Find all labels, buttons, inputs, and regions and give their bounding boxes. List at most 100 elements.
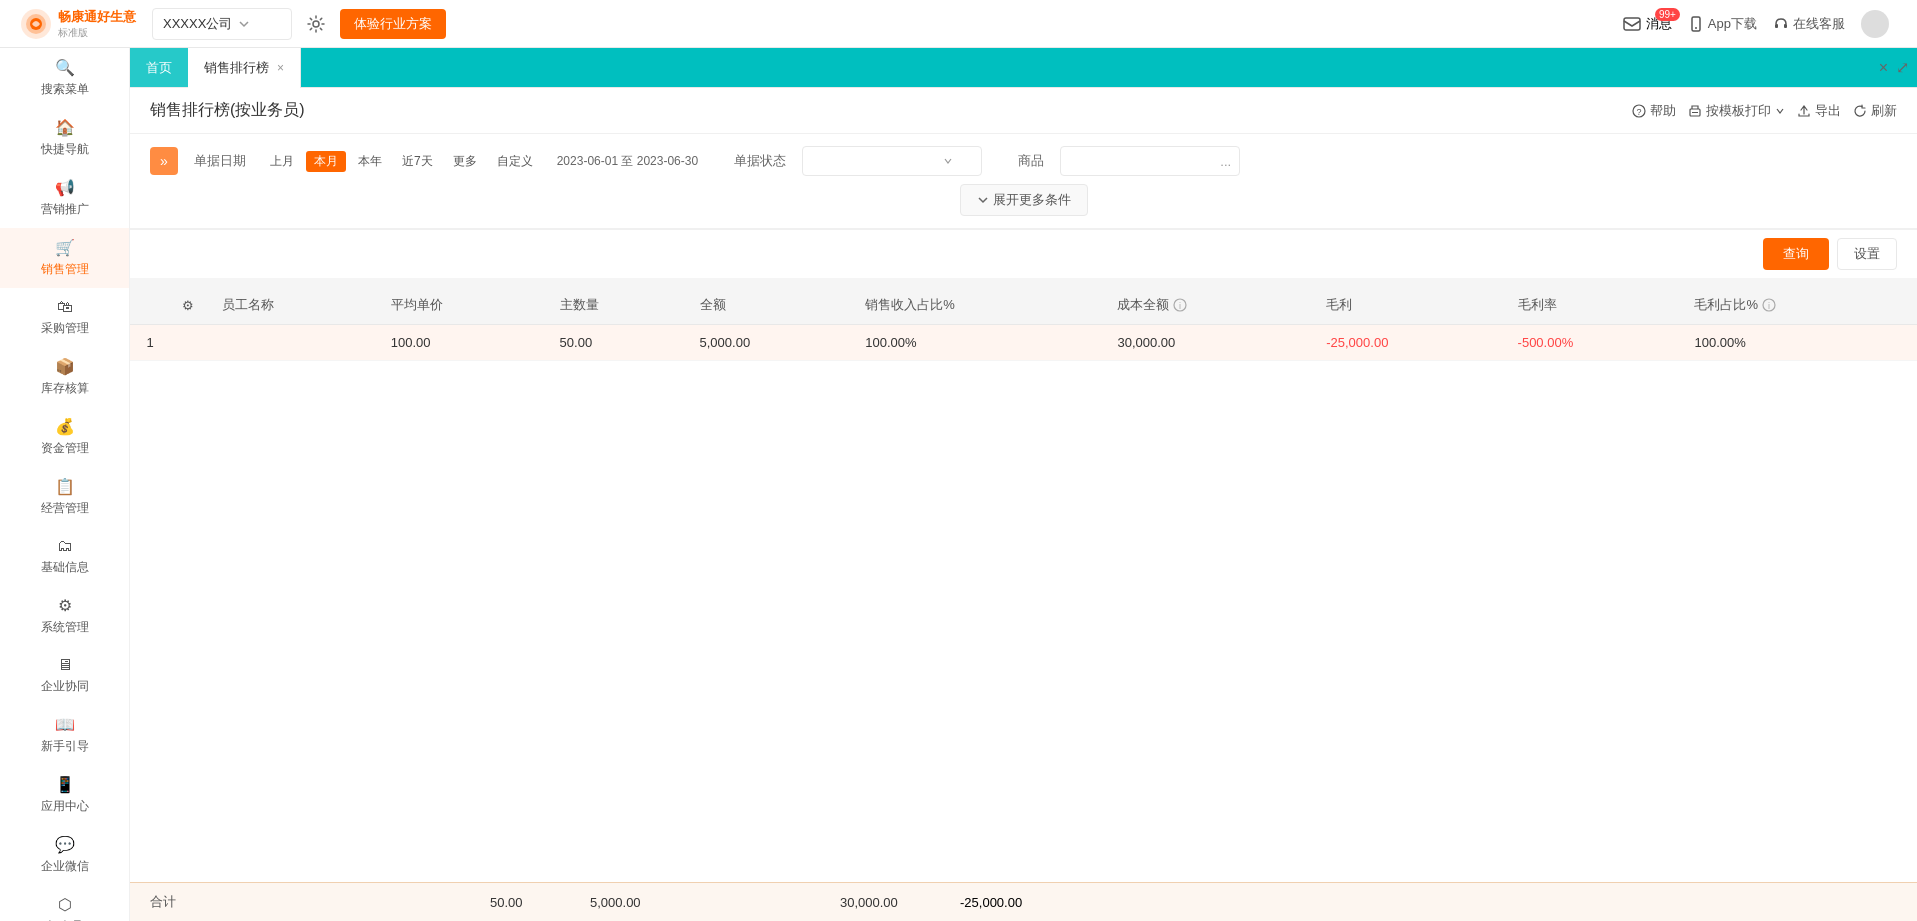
- cost-info-icon[interactable]: i: [1173, 298, 1187, 312]
- basic-info-icon: 🗂: [57, 537, 73, 555]
- app-download-label: App下载: [1708, 15, 1757, 33]
- export-button[interactable]: 导出: [1797, 102, 1841, 120]
- date-tabs: 上月 本月 本年 近7天 更多 自定义: [262, 151, 541, 172]
- sidebar-label-marketing: 营销推广: [41, 201, 89, 218]
- notification-badge: 99+: [1655, 8, 1680, 21]
- sidebar-item-guide[interactable]: 📖 新手引导: [0, 705, 129, 765]
- trial-button[interactable]: 体验行业方案: [340, 9, 446, 39]
- online-service-label: 在线客服: [1793, 15, 1845, 33]
- content-area: 首页 销售排行榜 × × ⤢ 销售排行榜(按业务员): [130, 48, 1917, 921]
- help-icon: ?: [1632, 104, 1646, 118]
- app-container: 畅康通好生意 标准版 XXXXX公司 体验行业方案 消息 99+ App下载: [0, 0, 1917, 921]
- main-content: 销售排行榜(按业务员) ? 帮助 按模板打印: [130, 88, 1917, 921]
- refresh-label: 刷新: [1871, 102, 1897, 120]
- print-button[interactable]: 按模板打印: [1688, 102, 1785, 120]
- sidebar-item-app-center[interactable]: 📱 应用中心: [0, 765, 129, 825]
- date-tab-7days[interactable]: 近7天: [394, 151, 441, 172]
- sidebar-item-marketing[interactable]: 📢 营销推广: [0, 168, 129, 228]
- print-chevron-icon: [1775, 106, 1785, 116]
- tab-sales-ranking[interactable]: 销售排行榜 ×: [188, 48, 301, 88]
- col-gross: 毛利: [1314, 286, 1505, 325]
- app-download-button[interactable]: App下载: [1688, 15, 1757, 33]
- filter-toggle-icon: »: [160, 153, 168, 169]
- online-service-button[interactable]: 在线客服: [1773, 15, 1845, 33]
- sidebar-item-finance[interactable]: 💰 资金管理: [0, 407, 129, 467]
- query-button[interactable]: 查询: [1763, 238, 1829, 270]
- mobile-icon: [1688, 16, 1704, 32]
- sidebar-item-inventory[interactable]: 📦 库存核算: [0, 347, 129, 407]
- date-tab-last-month[interactable]: 上月: [262, 151, 302, 172]
- help-button[interactable]: ? 帮助: [1632, 102, 1676, 120]
- close-tab-btn[interactable]: ×: [1879, 59, 1888, 77]
- filter-toggle-btn[interactable]: »: [150, 147, 178, 175]
- message-icon: [1622, 14, 1642, 34]
- restore-tab-btn[interactable]: ⤢: [1896, 58, 1909, 77]
- tab-sales-ranking-label: 销售排行榜: [204, 59, 269, 77]
- table-container: ⚙ 员工名称 平均单价 主数量 全额 销售收入占比% 成本全额: [130, 286, 1917, 882]
- enterprise-icon: 🖥: [57, 656, 73, 674]
- table-header-row: ⚙ 员工名称 平均单价 主数量 全额 销售收入占比% 成本全额: [130, 286, 1917, 325]
- notification-button[interactable]: 消息 99+: [1622, 14, 1672, 34]
- sidebar-item-wechat[interactable]: 💬 企业微信: [0, 825, 129, 885]
- svg-rect-7: [1775, 24, 1778, 28]
- col-gross-rate: 毛利率: [1506, 286, 1683, 325]
- col-cost: 成本全额 i: [1105, 286, 1314, 325]
- date-tab-this-month[interactable]: 本月: [306, 151, 346, 172]
- guide-icon: 📖: [55, 715, 75, 734]
- gross-pct-info-icon[interactable]: i: [1762, 298, 1776, 312]
- sidebar-label-sales: 销售管理: [41, 261, 89, 278]
- cell-rank: 1: [130, 325, 170, 361]
- sidebar-label-system: 系统管理: [41, 619, 89, 636]
- date-tab-this-year[interactable]: 本年: [350, 151, 390, 172]
- sidebar-item-basic-info[interactable]: 🗂 基础信息: [0, 527, 129, 586]
- expand-more-button[interactable]: 展开更多条件: [960, 184, 1088, 216]
- company-name: XXXXX公司: [163, 15, 232, 33]
- sidebar-label-quick-nav: 快捷导航: [41, 141, 89, 158]
- footer-amount: 5,000.00: [590, 895, 710, 910]
- setting-button[interactable]: 设置: [1837, 238, 1897, 270]
- print-icon: [1688, 104, 1702, 118]
- cell-main-qty: 50.00: [548, 325, 688, 361]
- cell-gross-pct: 100.00%: [1682, 325, 1917, 361]
- col-avg-price: 平均单价: [379, 286, 548, 325]
- table-footer: 合计 50.00 5,000.00 30,000.00 -25,000.00: [130, 882, 1917, 921]
- wechat-icon: 💬: [55, 835, 75, 854]
- settings-icon-btn[interactable]: [300, 8, 332, 40]
- sales-icon: 🛒: [55, 238, 75, 257]
- help-label: 帮助: [1650, 102, 1676, 120]
- app-center-icon: 📱: [55, 775, 75, 794]
- sidebar-item-quick-nav[interactable]: 🏠 快捷导航: [0, 108, 129, 168]
- date-tab-custom[interactable]: 自定义: [489, 151, 541, 172]
- sidebar-item-sales[interactable]: 🛒 销售管理: [0, 228, 129, 288]
- tab-close-icon[interactable]: ×: [277, 61, 284, 75]
- svg-point-6: [1695, 27, 1697, 29]
- date-label: 单据日期: [194, 152, 246, 170]
- gear-icon: [307, 15, 325, 33]
- sidebar-item-member[interactable]: ⬡ 畅会员: [0, 885, 129, 921]
- col-settings-icon[interactable]: ⚙: [182, 298, 194, 313]
- sidebar-item-system[interactable]: ⚙ 系统管理: [0, 586, 129, 646]
- inventory-icon: 📦: [55, 357, 75, 376]
- status-select[interactable]: [802, 146, 982, 176]
- marketing-icon: 📢: [55, 178, 75, 197]
- page-header: 销售排行榜(按业务员) ? 帮助 按模板打印: [130, 88, 1917, 134]
- tab-home[interactable]: 首页: [130, 48, 188, 88]
- sidebar-item-operations[interactable]: 📋 经营管理: [0, 467, 129, 527]
- sidebar-item-purchase[interactable]: 🛍 采购管理: [0, 288, 129, 347]
- cell-cost: 30,000.00: [1105, 325, 1314, 361]
- date-tab-more[interactable]: 更多: [445, 151, 485, 172]
- cell-name: [210, 325, 379, 361]
- export-icon: [1797, 104, 1811, 118]
- sidebar-label-finance: 资金管理: [41, 440, 89, 457]
- table-header: ⚙ 员工名称 平均单价 主数量 全额 销售收入占比% 成本全额: [130, 286, 1917, 325]
- col-settings[interactable]: ⚙: [170, 286, 210, 325]
- footer-cost: 30,000.00: [840, 895, 960, 910]
- filter-area: » 单据日期 上月 本月 本年 近7天 更多 自定义 2023-06-01 至 …: [130, 134, 1917, 229]
- refresh-button[interactable]: 刷新: [1853, 102, 1897, 120]
- goods-input[interactable]: ...: [1060, 146, 1240, 176]
- sidebar-item-search[interactable]: 🔍 搜索菜单: [0, 48, 129, 108]
- sidebar-item-enterprise[interactable]: 🖥 企业协同: [0, 646, 129, 705]
- expand-more-area: 展开更多条件: [150, 184, 1897, 216]
- company-selector[interactable]: XXXXX公司: [152, 8, 292, 40]
- col-amount: 全额: [688, 286, 854, 325]
